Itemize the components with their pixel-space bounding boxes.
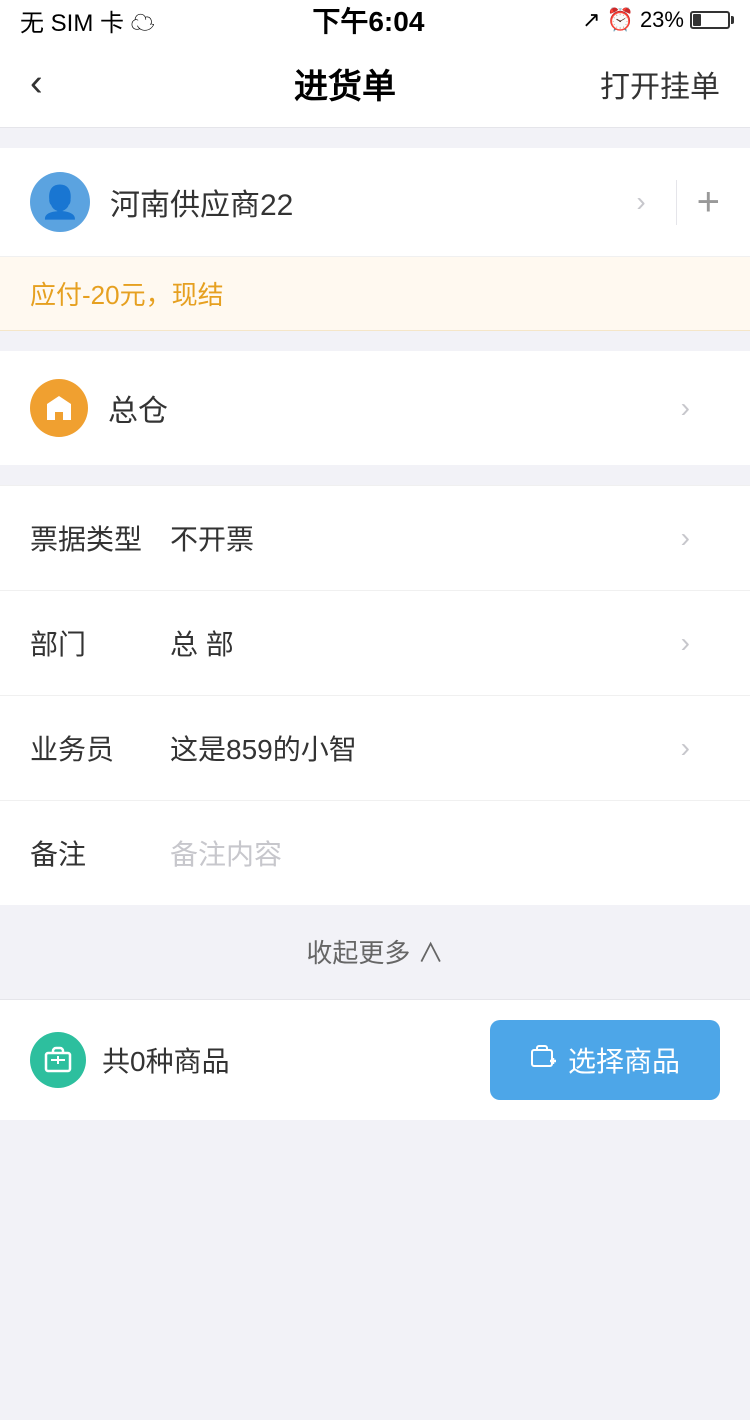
signal-text: 无 SIM 卡 ☁ (20, 3, 155, 38)
supplier-chevron-icon: › (636, 186, 645, 218)
supplier-name: 河南供应商22 (110, 180, 636, 224)
status-time: 下午6:04 (312, 0, 424, 40)
warehouse-section: 总仓 › (0, 351, 750, 465)
invoice-type-label: 票据类型 (30, 518, 150, 558)
product-count-text: 共0种商品 (102, 1040, 230, 1080)
warehouse-name: 总仓 (108, 386, 681, 430)
battery-text: 23% (640, 7, 684, 33)
warehouse-icon (30, 379, 88, 437)
section-divider-2 (0, 331, 750, 351)
supplier-avatar: 👤 (30, 172, 90, 232)
product-count-area: 共0种商品 (30, 1032, 230, 1088)
select-product-label: 选择商品 (568, 1040, 680, 1080)
warehouse-row[interactable]: 总仓 › (0, 351, 750, 465)
status-left: 无 SIM 卡 ☁ (20, 3, 155, 38)
form-section: 票据类型 不开票 › 部门 总 部 › 业务员 这是859的小智 › 备注 备注… (0, 485, 750, 905)
salesperson-chevron-icon: › (681, 732, 690, 764)
remark-label: 备注 (30, 833, 150, 873)
department-value: 总 部 (150, 623, 681, 663)
supplier-row[interactable]: 👤 河南供应商22 › + (0, 148, 750, 257)
select-product-button[interactable]: 选择商品 (490, 1020, 720, 1100)
department-label: 部门 (30, 623, 150, 663)
department-chevron-icon: › (681, 627, 690, 659)
avatar-icon: 👤 (40, 183, 80, 221)
invoice-type-row[interactable]: 票据类型 不开票 › (0, 485, 750, 590)
invoice-type-value: 不开票 (150, 518, 681, 558)
status-bar: 无 SIM 卡 ☁ 下午6:04 ↗ ⏰ 23% (0, 0, 750, 40)
salesperson-label: 业务员 (30, 728, 150, 768)
alarm-icon: ⏰ (607, 7, 634, 33)
select-product-icon (530, 1043, 558, 1078)
section-divider-3 (0, 465, 750, 485)
battery-icon (690, 11, 730, 29)
remark-input[interactable]: 备注内容 (150, 833, 720, 873)
remark-row[interactable]: 备注 备注内容 (0, 800, 750, 905)
warehouse-chevron-icon: › (681, 392, 690, 424)
salesperson-row[interactable]: 业务员 这是859的小智 › (0, 695, 750, 800)
product-icon (30, 1032, 86, 1088)
supplier-section: 👤 河南供应商22 › + 应付-20元，现结 (0, 148, 750, 331)
invoice-type-chevron-icon: › (681, 522, 690, 554)
alert-banner: 应付-20元，现结 (0, 257, 750, 331)
add-supplier-button[interactable]: + (676, 180, 720, 225)
open-pending-button[interactable]: 打开挂单 (600, 62, 720, 106)
department-row[interactable]: 部门 总 部 › (0, 590, 750, 695)
section-divider-1 (0, 128, 750, 148)
page-title: 进货单 (294, 59, 396, 108)
bottom-bar: 共0种商品 选择商品 (0, 999, 750, 1120)
status-right: ↗ ⏰ 23% (582, 7, 730, 33)
back-button[interactable]: ‹ (30, 62, 90, 105)
collapse-button[interactable]: 收起更多 ∧ (0, 905, 750, 998)
nav-bar: ‹ 进货单 打开挂单 (0, 40, 750, 128)
salesperson-value: 这是859的小智 (150, 728, 681, 768)
location-icon: ↗ (582, 7, 600, 33)
page-background (0, 1120, 750, 1420)
